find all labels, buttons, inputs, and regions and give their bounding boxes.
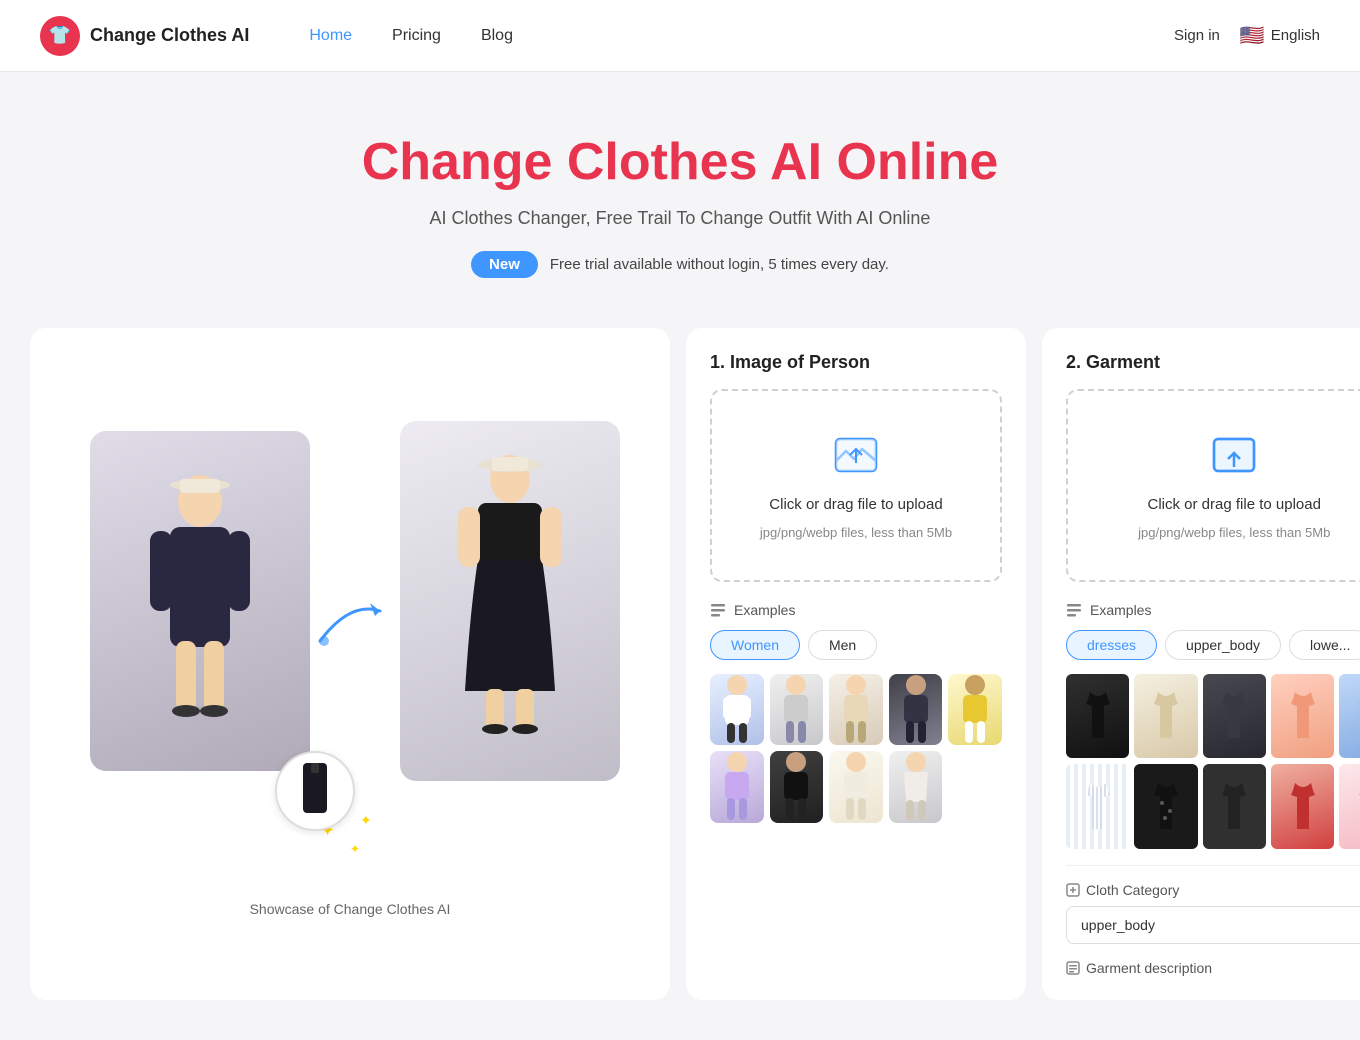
garment-filter-tabs: dresses upper_body lowe... ... <box>1066 630 1360 660</box>
model-after <box>400 421 620 781</box>
model-before <box>90 431 310 771</box>
cloth-category-label: Cloth Category <box>1066 882 1360 898</box>
person-example-2[interactable] <box>770 674 824 745</box>
person-example-5[interactable] <box>948 674 1002 745</box>
person-example-3[interactable] <box>829 674 883 745</box>
nav-home[interactable]: Home <box>309 27 352 45</box>
person-upload-icon <box>832 431 880 484</box>
garment-upload-hint: jpg/png/webp files, less than 5Mb <box>1138 525 1330 540</box>
garment-desc-label: Garment description <box>1066 960 1360 976</box>
sparkle-3: ✦ <box>360 812 372 829</box>
garment-desc-text: Garment description <box>1086 960 1212 976</box>
garment-examples-title: Examples <box>1066 602 1360 618</box>
showcase-label: Showcase of Change Clothes AI <box>250 901 451 917</box>
header-right: Sign in 🇺🇸 English <box>1174 23 1320 48</box>
garment-example-7[interactable] <box>1134 764 1197 848</box>
model-before-image <box>90 431 310 771</box>
person-example-grid-row2 <box>710 751 1002 822</box>
app-name: Change Clothes AI <box>90 25 249 46</box>
hero-section: Change Clothes AI Online AI Clothes Chan… <box>0 72 1360 308</box>
nav-blog[interactable]: Blog <box>481 27 513 45</box>
person-example-grid-row1 <box>710 674 1002 745</box>
garment-tab-dresses[interactable]: dresses <box>1066 630 1157 660</box>
hero-title: Change Clothes AI Online <box>20 132 1340 192</box>
new-badge-row: New Free trial available without login, … <box>20 251 1340 278</box>
flag-icon: 🇺🇸 <box>1240 23 1265 48</box>
garment-example-2[interactable] <box>1134 674 1197 758</box>
nav-pricing[interactable]: Pricing <box>392 27 441 45</box>
examples-label: Examples <box>734 602 795 618</box>
garment-example-8[interactable] <box>1203 764 1266 848</box>
sparkle-2: ✦ <box>350 842 360 856</box>
language-label: English <box>1271 27 1320 44</box>
garment-panel-title: 2. Garment <box>1066 352 1360 373</box>
new-badge: New <box>471 251 538 278</box>
person-upload-zone[interactable]: Click or drag file to upload jpg/png/web… <box>710 389 1002 582</box>
person-examples-title: Examples <box>710 602 1002 618</box>
free-trial-text: Free trial available without login, 5 ti… <box>550 256 889 273</box>
sign-in-button[interactable]: Sign in <box>1174 27 1220 44</box>
garment-tab-lower[interactable]: lowe... <box>1289 630 1360 660</box>
filter-women[interactable]: Women <box>710 630 800 660</box>
person-upload-hint: jpg/png/webp files, less than 5Mb <box>760 525 952 540</box>
garment-example-5[interactable] <box>1339 674 1360 758</box>
header: 👕 Change Clothes AI Home Pricing Blog Si… <box>0 0 1360 72</box>
garment-example-3[interactable] <box>1203 674 1266 758</box>
garment-panel: 2. Garment Click or drag file to upload … <box>1042 328 1360 1000</box>
garment-examples-label: Examples <box>1090 602 1151 618</box>
person-upload-text: Click or drag file to upload <box>769 496 942 513</box>
garment-example-grid-row2 <box>1066 764 1360 848</box>
cloth-category-text: Cloth Category <box>1086 882 1179 898</box>
garment-tab-upper[interactable]: upper_body <box>1165 630 1281 660</box>
garment-upload-icon <box>1210 431 1258 484</box>
cloth-category-select[interactable]: upper_body dresses lower_body <box>1066 906 1360 944</box>
person-panel-title: 1. Image of Person <box>710 352 1002 373</box>
main-content: ✦ ✦ ✦ Showcase of Change Clothes AI 1. I… <box>0 308 1360 1040</box>
person-panel: 1. Image of Person Click or drag file to… <box>686 328 1026 1000</box>
garment-example-9[interactable] <box>1271 764 1334 848</box>
transition-arrow <box>310 591 390 656</box>
garment-example-1[interactable] <box>1066 674 1129 758</box>
person-example-9[interactable] <box>889 751 943 822</box>
showcase-inner: ✦ ✦ ✦ <box>60 411 640 891</box>
hero-subtitle: AI Clothes Changer, Free Trail To Change… <box>20 208 1340 229</box>
garment-upload-text: Click or drag file to upload <box>1148 496 1321 513</box>
logo-icon: 👕 <box>40 16 80 56</box>
person-example-8[interactable] <box>829 751 883 822</box>
garment-upload-zone[interactable]: Click or drag file to upload jpg/png/web… <box>1066 389 1360 582</box>
person-example-1[interactable] <box>710 674 764 745</box>
person-filter-tabs: Women Men <box>710 630 1002 660</box>
garment-bubble <box>275 751 355 831</box>
garment-example-6[interactable] <box>1066 764 1129 848</box>
garment-example-grid-row1 <box>1066 674 1360 758</box>
garment-example-4[interactable] <box>1271 674 1334 758</box>
model-after-image <box>400 421 620 781</box>
person-example-4[interactable] <box>889 674 943 745</box>
showcase-panel: ✦ ✦ ✦ Showcase of Change Clothes AI <box>30 328 670 1000</box>
nav: Home Pricing Blog <box>309 27 1174 45</box>
person-example-6[interactable] <box>710 751 764 822</box>
section-divider <box>1066 865 1360 866</box>
garment-example-10[interactable] <box>1339 764 1360 848</box>
language-selector[interactable]: 🇺🇸 English <box>1240 23 1320 48</box>
person-example-7[interactable] <box>770 751 824 822</box>
filter-men[interactable]: Men <box>808 630 877 660</box>
logo-link[interactable]: 👕 Change Clothes AI <box>40 16 249 56</box>
